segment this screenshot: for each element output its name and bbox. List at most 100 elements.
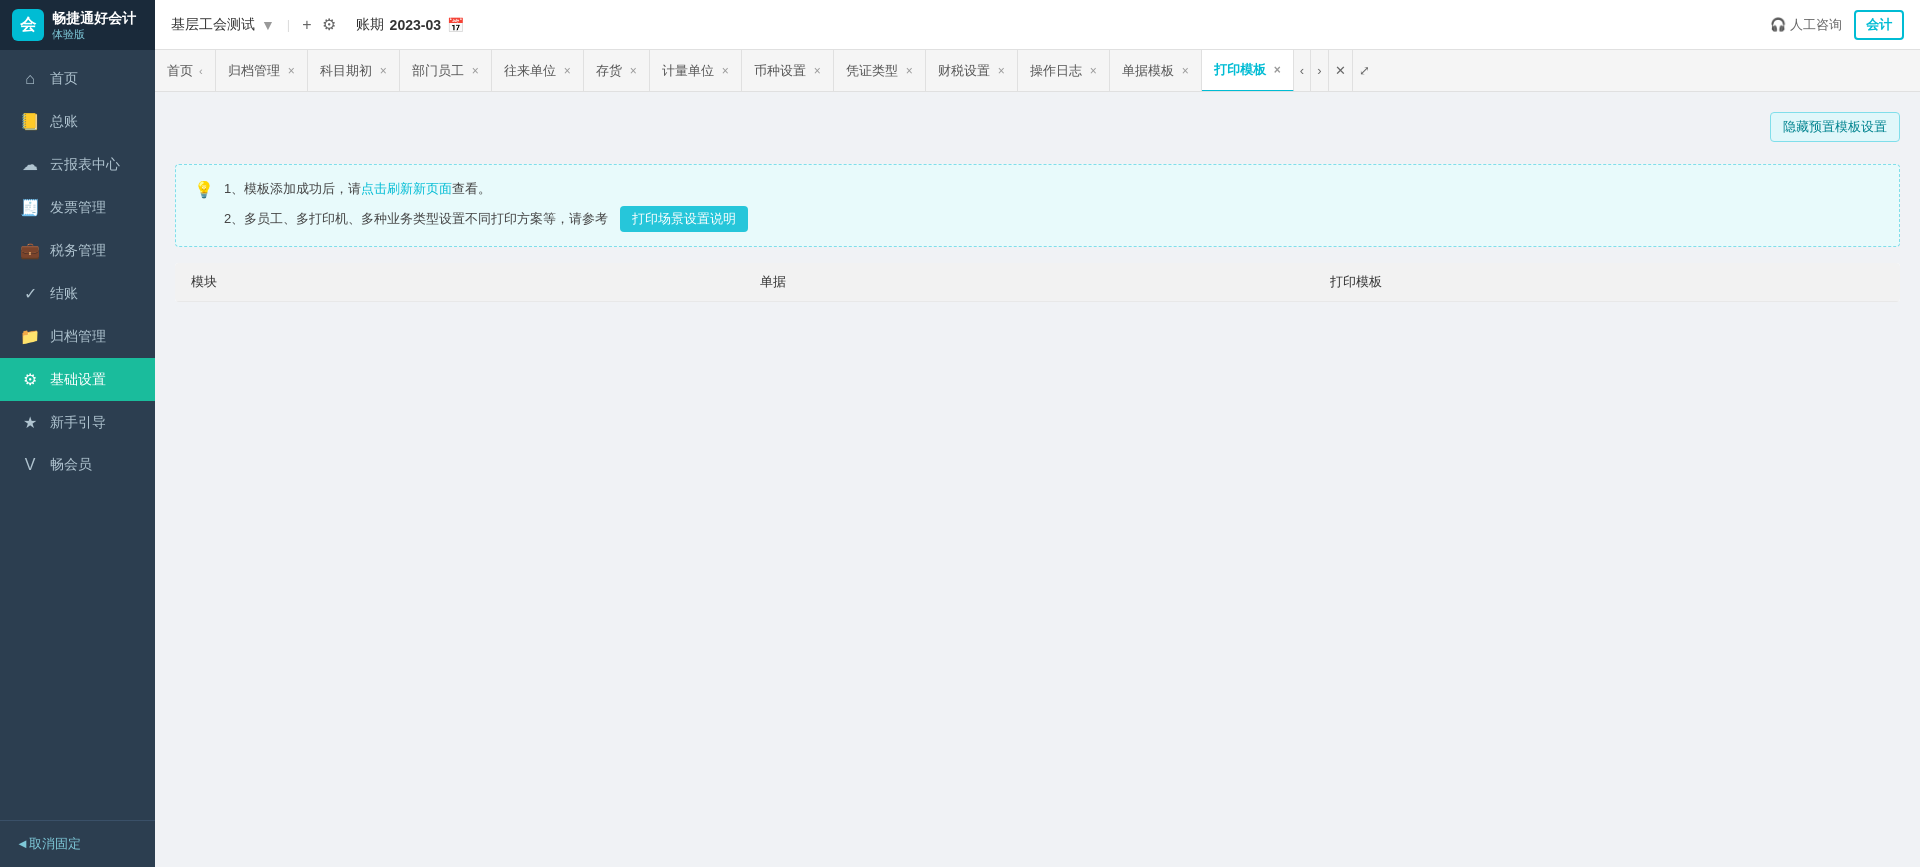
guide-icon: ★ <box>20 413 40 432</box>
tab-close-units[interactable]: × <box>722 64 729 78</box>
support-label: 人工咨询 <box>1790 16 1842 34</box>
table-header-document: 单据 <box>744 263 1313 302</box>
tab-close-currency[interactable]: × <box>814 64 821 78</box>
sidebar-item-archive[interactable]: 📁 归档管理 <box>0 315 155 358</box>
hide-preview-button[interactable]: 隐藏预置模板设置 <box>1770 112 1900 142</box>
sidebar-label-archive: 归档管理 <box>50 328 106 346</box>
tab-label-archive: 归档管理 <box>228 62 280 80</box>
tab-close-contacts[interactable]: × <box>564 64 571 78</box>
tab-close-department[interactable]: × <box>472 64 479 78</box>
tab-label-currency: 币种设置 <box>754 62 806 80</box>
tab-operation-log[interactable]: 操作日志 × <box>1018 50 1110 92</box>
info-line2-prefix: 2、多员工、多打印机、多种业务类型设置不同打印方案等，请参考 <box>224 211 608 226</box>
sidebar-label-ledger: 总账 <box>50 113 78 131</box>
sidebar-item-guide[interactable]: ★ 新手引导 <box>0 401 155 444</box>
table-header-template: 打印模板 <box>1314 263 1901 302</box>
tab-voucher-type[interactable]: 凭证类型 × <box>834 50 926 92</box>
tab-tax-settings[interactable]: 财税设置 × <box>926 50 1018 92</box>
invoice-icon: 🧾 <box>20 198 40 217</box>
tab-close-document-template[interactable]: × <box>1182 64 1189 78</box>
content-area: 隐藏预置模板设置 💡 1、模板添加成功后，请点击刷新新页面查看。 💡 2、多员工… <box>155 92 1920 867</box>
tab-close-voucher-type[interactable]: × <box>906 64 913 78</box>
tab-label-subject-init: 科目期初 <box>320 62 372 80</box>
info-text-2: 2、多员工、多打印机、多种业务类型设置不同打印方案等，请参考 打印场景设置说明 <box>224 206 748 232</box>
tab-subject-init[interactable]: 科目期初 × <box>308 50 400 92</box>
topbar-actions: + ⚙ <box>302 15 335 34</box>
tab-fullscreen[interactable]: ⤢ <box>1353 50 1376 92</box>
sidebar-footer-unpin[interactable]: ◄取消固定 <box>0 820 155 867</box>
cloud-icon: ☁ <box>20 155 40 174</box>
home-icon: ⌂ <box>20 70 40 88</box>
tab-inventory[interactable]: 存货 × <box>584 50 650 92</box>
tab-label-operation-log: 操作日志 <box>1030 62 1082 80</box>
sidebar-item-tax[interactable]: 💼 税务管理 <box>0 229 155 272</box>
explain-button[interactable]: 打印场景设置说明 <box>620 206 748 232</box>
sidebar-item-home[interactable]: ⌂ 首页 <box>0 58 155 100</box>
tab-contacts[interactable]: 往来单位 × <box>492 50 584 92</box>
support-button[interactable]: 🎧 人工咨询 <box>1770 16 1842 34</box>
tab-nav-prev[interactable]: ‹ <box>1294 50 1311 92</box>
tab-label-tax-settings: 财税设置 <box>938 62 990 80</box>
tab-close-inventory[interactable]: × <box>630 64 637 78</box>
main-area: 基层工会测试 ▼ | + ⚙ 账期 2023-03 📅 🎧 人工咨询 会计 首页… <box>155 0 1920 867</box>
ledger-icon: 📒 <box>20 112 40 131</box>
tab-back-icon: ‹ <box>199 65 203 77</box>
app-logo-icon: 会 <box>12 9 44 41</box>
sidebar-label-guide: 新手引导 <box>50 414 106 432</box>
refresh-link[interactable]: 点击刷新新页面 <box>361 181 452 196</box>
sidebar-item-reports[interactable]: ☁ 云报表中心 <box>0 143 155 186</box>
tab-print-template[interactable]: 打印模板 × <box>1202 50 1294 92</box>
topbar-gear-button[interactable]: ⚙ <box>322 15 336 34</box>
close-period-icon: ✓ <box>20 284 40 303</box>
tab-department[interactable]: 部门员工 × <box>400 50 492 92</box>
headset-icon: 🎧 <box>1770 17 1786 32</box>
company-selector[interactable]: 基层工会测试 ▼ <box>171 16 275 34</box>
tab-units[interactable]: 计量单位 × <box>650 50 742 92</box>
settings-icon: ⚙ <box>20 370 40 389</box>
tab-close-subject-init[interactable]: × <box>380 64 387 78</box>
company-name: 基层工会测试 <box>171 16 255 34</box>
tab-close-operation-log[interactable]: × <box>1090 64 1097 78</box>
sidebar-item-close[interactable]: ✓ 结账 <box>0 272 155 315</box>
tab-close-all[interactable]: ✕ <box>1329 50 1353 92</box>
sidebar-item-ledger[interactable]: 📒 总账 <box>0 100 155 143</box>
tab-currency[interactable]: 币种设置 × <box>742 50 834 92</box>
bulb-icon: 💡 <box>194 180 214 199</box>
info-row-1: 💡 1、模板添加成功后，请点击刷新新页面查看。 <box>194 179 1881 200</box>
sidebar-label-tax: 税务管理 <box>50 242 106 260</box>
tab-label-units: 计量单位 <box>662 62 714 80</box>
sidebar: 会 畅捷通好会计 体验版 ⌂ 首页 📒 总账 ☁ 云报表中心 🧾 发票管理 💼 … <box>0 0 155 867</box>
info-box: 💡 1、模板添加成功后，请点击刷新新页面查看。 💡 2、多员工、多打印机、多种业… <box>175 164 1900 247</box>
sidebar-label-close: 结账 <box>50 285 78 303</box>
accounting-button[interactable]: 会计 <box>1854 10 1904 40</box>
tab-label-inventory: 存货 <box>596 62 622 80</box>
sidebar-nav: ⌂ 首页 📒 总账 ☁ 云报表中心 🧾 发票管理 💼 税务管理 ✓ 结账 📁 归… <box>0 50 155 820</box>
info-text-1: 1、模板添加成功后，请点击刷新新页面查看。 <box>224 179 491 200</box>
app-logo-text: 畅捷通好会计 体验版 <box>52 9 136 41</box>
period-display: 账期 2023-03 📅 <box>356 16 464 34</box>
tab-document-template[interactable]: 单据模板 × <box>1110 50 1202 92</box>
tab-archive[interactable]: 归档管理 × <box>216 50 308 92</box>
info-row-2: 💡 2、多员工、多打印机、多种业务类型设置不同打印方案等，请参考 打印场景设置说… <box>194 206 1881 232</box>
tab-close-archive[interactable]: × <box>288 64 295 78</box>
tab-close-tax-settings[interactable]: × <box>998 64 1005 78</box>
topbar-right: 🎧 人工咨询 会计 <box>1770 10 1904 40</box>
tab-nav-next[interactable]: › <box>1311 50 1328 92</box>
sidebar-item-member[interactable]: V 畅会员 <box>0 444 155 486</box>
table-header-module: 模块 <box>175 263 744 302</box>
sidebar-label-settings: 基础设置 <box>50 371 106 389</box>
app-subtitle: 体验版 <box>52 27 136 41</box>
sidebar-item-invoice[interactable]: 🧾 发票管理 <box>0 186 155 229</box>
add-tab-button[interactable]: + <box>302 16 311 34</box>
info-line1-suffix: 查看。 <box>452 181 491 196</box>
sidebar-label-reports: 云报表中心 <box>50 156 120 174</box>
tab-label-document-template: 单据模板 <box>1122 62 1174 80</box>
sidebar-item-settings[interactable]: ⚙ 基础设置 <box>0 358 155 401</box>
member-icon: V <box>20 456 40 474</box>
calendar-icon[interactable]: 📅 <box>447 17 464 33</box>
tab-close-print-template[interactable]: × <box>1274 63 1281 77</box>
tab-home[interactable]: 首页 ‹ <box>155 50 216 92</box>
tab-label-home: 首页 <box>167 62 193 80</box>
chevron-down-icon: ▼ <box>261 17 275 33</box>
period-label: 账期 <box>356 16 384 34</box>
